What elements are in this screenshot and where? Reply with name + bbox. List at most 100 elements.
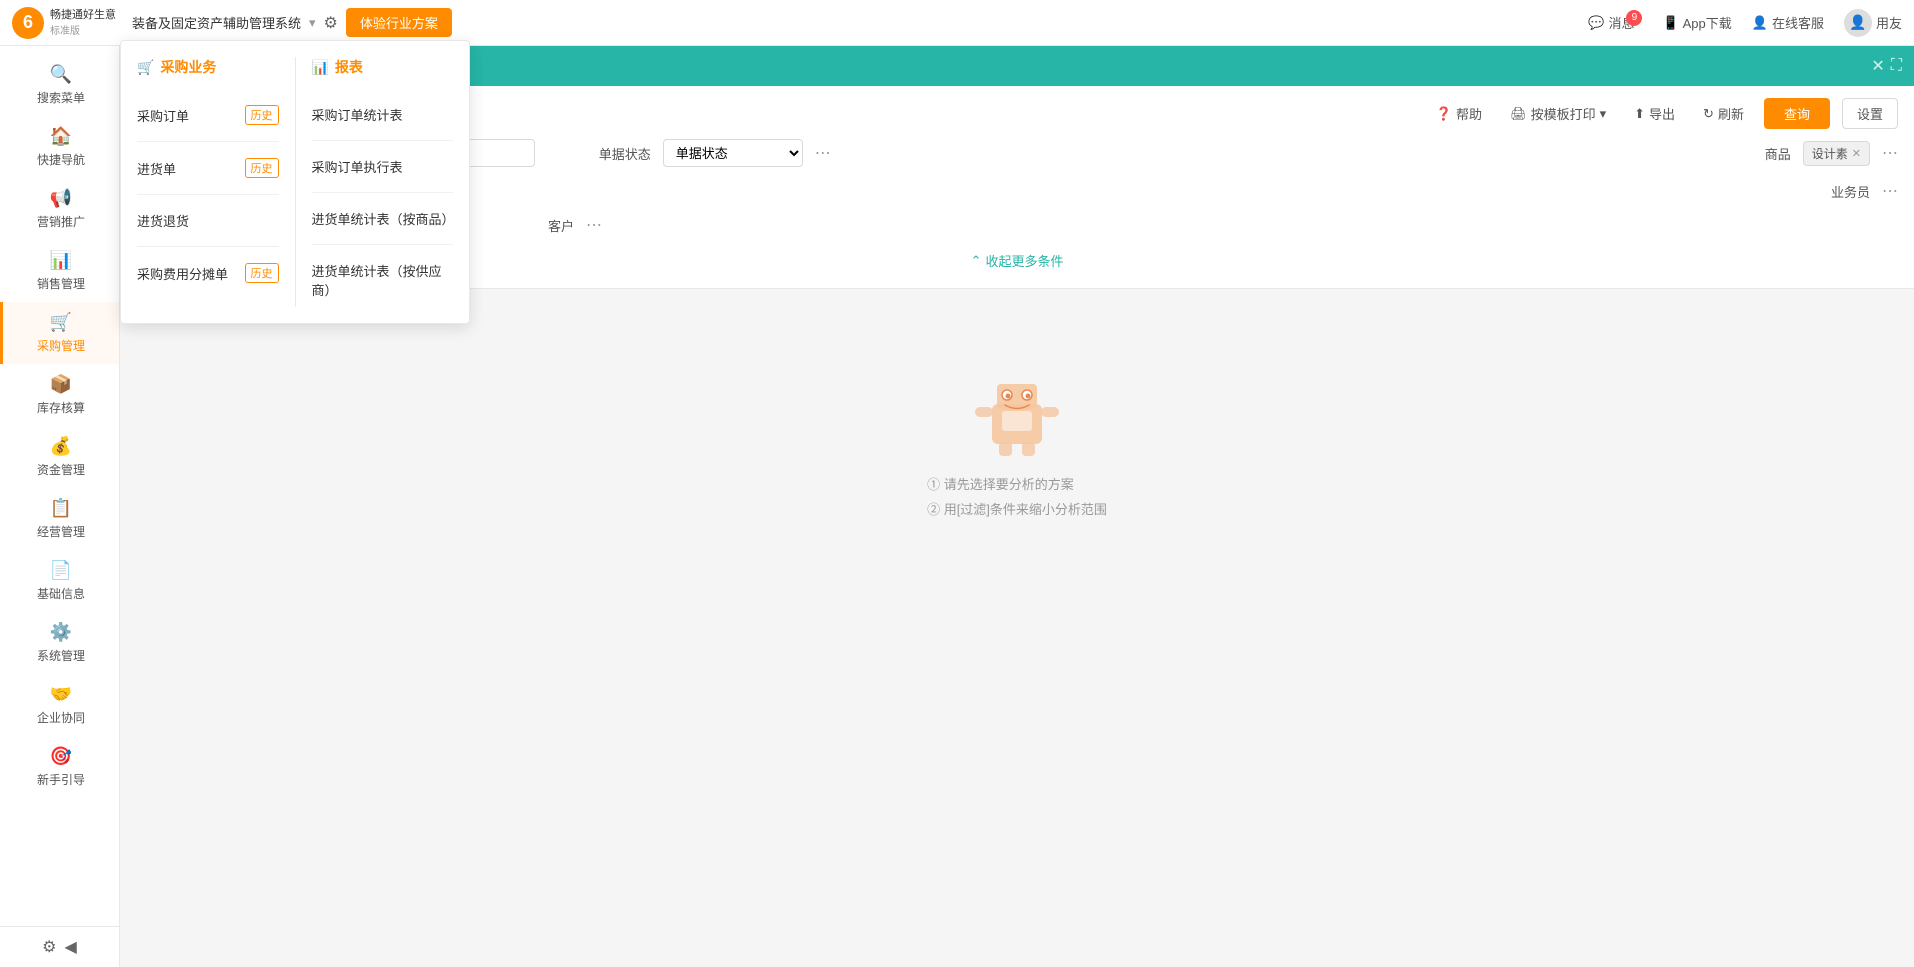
- divider-1: [137, 141, 279, 142]
- operation-icon: 📋: [50, 498, 72, 519]
- salesperson-dots[interactable]: ⋯: [1882, 181, 1898, 201]
- receive-order-label: 进货单: [137, 159, 176, 178]
- settings-icon[interactable]: ⚙: [324, 13, 338, 33]
- sidebar-item-guide[interactable]: 🎯 新手引导: [0, 736, 119, 798]
- order-stat-label: 采购订单统计表: [312, 105, 403, 124]
- goods-label: 商品: [1765, 144, 1791, 163]
- sidebar-item-quick-nav[interactable]: 🏠 快捷导航: [0, 116, 119, 178]
- doc-status-select[interactable]: 单据状态: [663, 139, 803, 167]
- system-icon: ⚙️: [50, 622, 72, 643]
- customer-dots[interactable]: ⋯: [586, 215, 602, 235]
- inventory-icon: 📦: [50, 374, 72, 395]
- doc-status-label: 单据状态: [599, 144, 651, 163]
- goods-dots[interactable]: ⋯: [1882, 143, 1898, 163]
- dropdown-item-purchase-expense[interactable]: 采购费用分摊单 历史: [137, 255, 279, 291]
- receive-stat-supplier-label: 进货单统计表（按供应商）: [312, 261, 454, 299]
- app-download-action[interactable]: 📱 App下载: [1662, 13, 1731, 32]
- help-label: 帮助: [1456, 104, 1482, 123]
- purchase-dropdown-menu: 🛒 采购业务 采购订单 历史 进货单 历史 进货退货: [120, 46, 470, 324]
- goods-tag[interactable]: 设计素 ✕: [1803, 141, 1870, 166]
- empty-illustration: [967, 369, 1067, 459]
- online-service-action[interactable]: 👤 在线客服: [1752, 13, 1824, 32]
- print-icon: 🖨: [1510, 106, 1527, 122]
- sidebar-bottom: ⚙ ◀: [0, 926, 119, 967]
- divider-6: [312, 244, 454, 245]
- set-btn[interactable]: 设置: [1842, 98, 1898, 129]
- logo-tag: 标准版: [50, 22, 116, 37]
- dropdown-item-order-stat[interactable]: 采购订单统计表: [312, 97, 454, 132]
- receive-order-hist[interactable]: 历史: [245, 158, 279, 178]
- purchase-col: 🛒 采购业务 采购订单 历史 进货单 历史 进货退货: [121, 57, 295, 307]
- search-icon: 🔍: [50, 64, 72, 85]
- export-icon: ⬆: [1634, 106, 1645, 122]
- sidebar-item-operation[interactable]: 📋 经营管理: [0, 488, 119, 550]
- refresh-icon: ↻: [1703, 106, 1714, 122]
- basic-info-icon: 📄: [50, 560, 72, 581]
- refresh-label: 刷新: [1718, 104, 1744, 123]
- report-col: 📊 报表 采购订单统计表 采购订单执行表 进货单统计表（按商品）: [296, 57, 470, 307]
- sidebar-settings-btn[interactable]: ⚙: [42, 937, 56, 957]
- user-label: 用友: [1876, 13, 1902, 32]
- system-dropdown-arrow[interactable]: ▾: [309, 15, 316, 31]
- print-btn[interactable]: 🖨 按模板打印 ▾: [1502, 100, 1614, 127]
- divider-2: [137, 194, 279, 195]
- dropdown-item-receive-stat-supplier[interactable]: 进货单统计表（按供应商）: [312, 253, 454, 307]
- dropdown-item-receive-stat-goods[interactable]: 进货单统计表（按商品）: [312, 201, 454, 236]
- sidebar-item-sales[interactable]: 📊 销售管理: [0, 240, 119, 302]
- user-action[interactable]: 👤 用友: [1844, 9, 1902, 37]
- sidebar-item-purchase[interactable]: 🛒 采购管理: [0, 302, 119, 364]
- collapse-btn[interactable]: ⌃ 收起更多条件: [965, 245, 1070, 276]
- sidebar-item-finance[interactable]: 💰 资金管理: [0, 426, 119, 488]
- industry-btn[interactable]: 体验行业方案: [346, 8, 452, 37]
- sidebar: 🔍 搜索菜单 🏠 快捷导航 📢 营销推广 📊 销售管理 🛒 采购管理 📦 库存核…: [0, 46, 120, 967]
- export-btn[interactable]: ⬆ 导出: [1626, 100, 1683, 127]
- goods-tag-remove[interactable]: ✕: [1852, 147, 1861, 160]
- empty-state: 请先选择要分析的方案 用[过滤]条件来缩小分析范围: [120, 289, 1914, 601]
- sidebar-label-operation: 经营管理: [37, 523, 85, 540]
- dropdown-item-receive-order[interactable]: 进货单 历史: [137, 150, 279, 186]
- header-right: 💬 消息 9 📱 App下载 👤 在线客服 👤 用友: [1588, 9, 1902, 37]
- sidebar-collapse-btn[interactable]: ◀: [65, 937, 77, 957]
- message-icon: 💬: [1588, 15, 1604, 31]
- report-col-title: 📊 报表: [312, 57, 454, 85]
- sidebar-label-search: 搜索菜单: [37, 89, 85, 106]
- sidebar-label-purchase: 采购管理: [37, 337, 85, 354]
- sidebar-label-basic-info: 基础信息: [37, 585, 85, 602]
- sidebar-item-inventory[interactable]: 📦 库存核算: [0, 364, 119, 426]
- system-name: 装备及固定资产辅助管理系统: [132, 13, 301, 32]
- app-download-label: App下载: [1683, 13, 1732, 32]
- main-layout: 🔍 搜索菜单 🏠 快捷导航 📢 营销推广 📊 销售管理 🛒 采购管理 📦 库存核…: [0, 46, 1914, 967]
- report-col-title-text: 报表: [335, 57, 363, 77]
- purchase-order-hist[interactable]: 历史: [245, 105, 279, 125]
- empty-hints: 请先选择要分析的方案 用[过滤]条件来缩小分析范围: [927, 471, 1107, 521]
- query-btn[interactable]: 查询: [1764, 98, 1830, 129]
- purchase-col-icon: 🛒: [137, 59, 154, 76]
- dropdown-item-order-exec[interactable]: 采购订单执行表: [312, 149, 454, 184]
- finance-icon: 💰: [50, 436, 72, 457]
- collapse-label: 收起更多条件: [985, 251, 1063, 270]
- sidebar-item-system[interactable]: ⚙️ 系统管理: [0, 612, 119, 674]
- guide-icon: 🎯: [50, 746, 72, 767]
- tab-expand-btn[interactable]: ⛶: [1891, 57, 1902, 75]
- refresh-btn[interactable]: ↻ 刷新: [1695, 100, 1752, 127]
- message-action[interactable]: 💬 消息 9: [1588, 13, 1642, 32]
- content-area: 首页 销售排行榜 ✕ ✕ ⛶ ❓ 帮助: [120, 46, 1914, 967]
- tab-close-window-btn[interactable]: ✕: [1871, 56, 1884, 76]
- sales-icon: 📊: [50, 250, 72, 271]
- sidebar-item-marketing[interactable]: 📢 营销推广: [0, 178, 119, 240]
- sidebar-item-cooperation[interactable]: 🤝 企业协同: [0, 674, 119, 736]
- message-badge: 9: [1626, 10, 1642, 26]
- return-goods-label: 进货退货: [137, 211, 189, 230]
- help-btn[interactable]: ❓ 帮助: [1428, 100, 1490, 127]
- salesperson-label: 业务员: [1831, 182, 1870, 201]
- dropdown-item-return-goods[interactable]: 进货退货: [137, 203, 279, 238]
- phone-icon: 📱: [1662, 15, 1678, 31]
- sidebar-item-search[interactable]: 🔍 搜索菜单: [0, 54, 119, 116]
- sidebar-item-basic-info[interactable]: 📄 基础信息: [0, 550, 119, 612]
- purchase-expense-label: 采购费用分摊单: [137, 264, 228, 283]
- dropdown-item-purchase-order[interactable]: 采购订单 历史: [137, 97, 279, 133]
- doc-status-dots[interactable]: ⋯: [815, 143, 831, 163]
- purchase-expense-hist[interactable]: 历史: [245, 263, 279, 283]
- print-dropdown-icon: ▾: [1600, 106, 1607, 122]
- collapse-arrow-icon: ⌃: [971, 253, 982, 269]
